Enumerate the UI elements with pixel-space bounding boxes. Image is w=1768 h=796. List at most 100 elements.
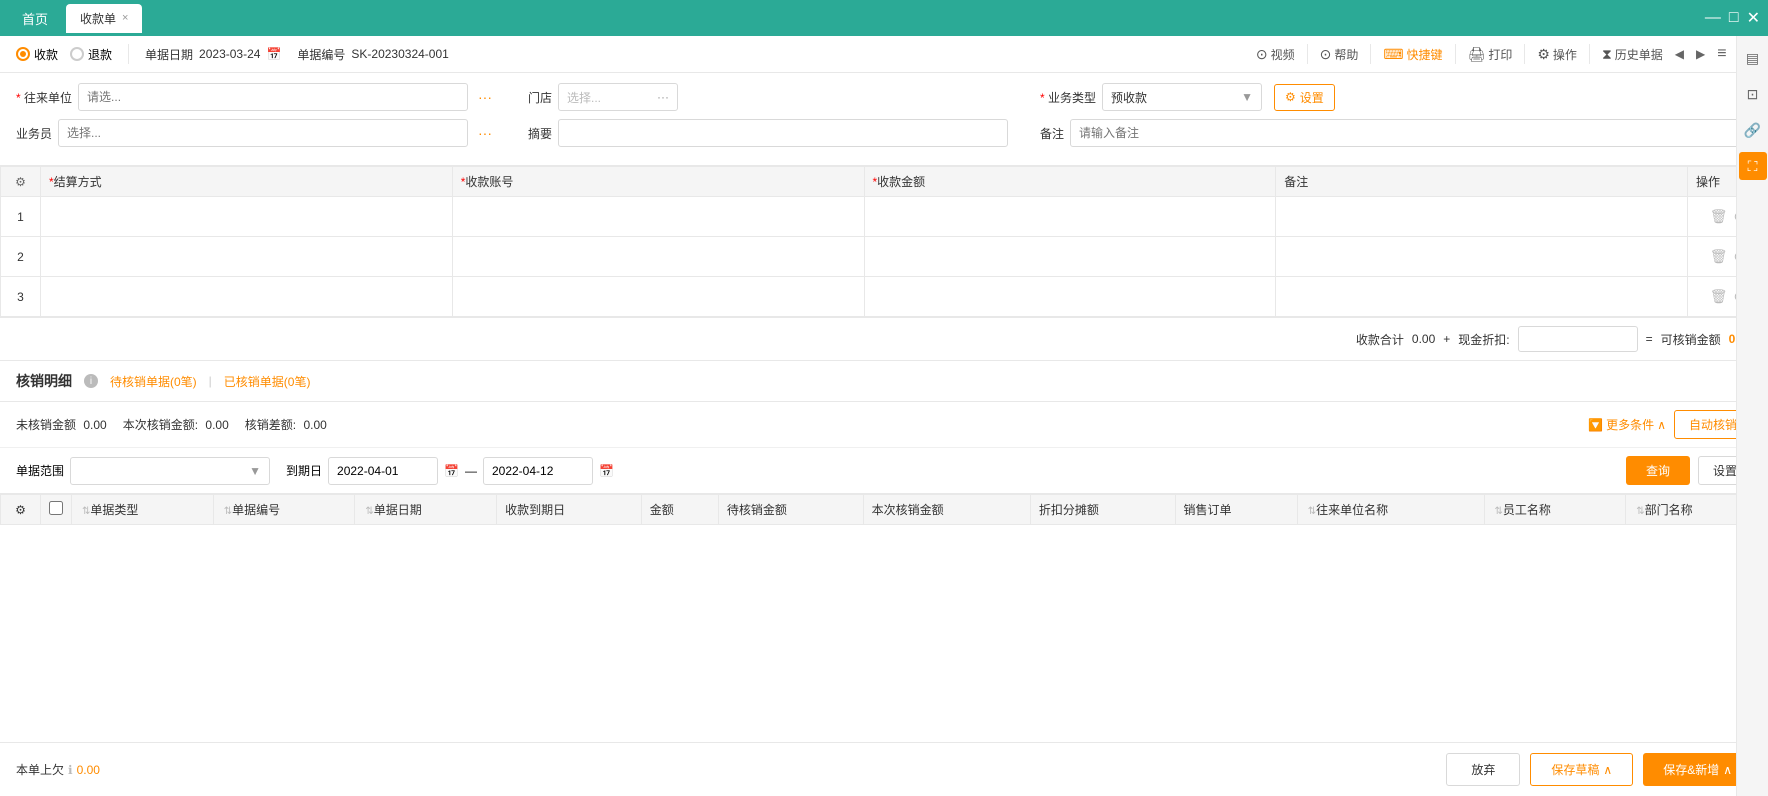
th-account: *收款账号 bbox=[452, 167, 864, 197]
btn-print[interactable]: 🖨 打印 bbox=[1468, 46, 1513, 63]
tab-active[interactable]: 收款单 × bbox=[66, 4, 142, 33]
sidebar-icon-3[interactable]: 🔗 bbox=[1739, 116, 1767, 144]
range-label: 单据范围 bbox=[16, 462, 64, 479]
save-draft-button[interactable]: 保存草稿 ∧ bbox=[1530, 753, 1633, 786]
select-all-checkbox[interactable] bbox=[49, 501, 63, 515]
btn-help[interactable]: ⊙ 帮助 bbox=[1320, 46, 1359, 63]
td-account-3[interactable] bbox=[452, 277, 864, 317]
settle-input-1[interactable] bbox=[41, 197, 452, 236]
th-gear-bottom[interactable]: ⚙ bbox=[1, 495, 41, 525]
radio-tuikuan[interactable]: 退款 bbox=[70, 46, 112, 63]
staff-more-btn[interactable]: ··· bbox=[474, 125, 496, 141]
total-value: 0.00 bbox=[77, 763, 100, 777]
abandon-button[interactable]: 放弃 bbox=[1446, 753, 1520, 786]
save-arrow-icon: ∧ bbox=[1723, 763, 1732, 777]
td-account-2[interactable] bbox=[452, 237, 864, 277]
settle-input-3[interactable] bbox=[41, 277, 452, 316]
shop-select[interactable]: 选择... ··· bbox=[558, 83, 678, 111]
date-value: 2023-03-24 bbox=[199, 47, 260, 61]
hexiao-info-icon[interactable]: i bbox=[84, 374, 98, 388]
td-amount-1[interactable] bbox=[864, 197, 1276, 237]
from-unit-more-btn[interactable]: ··· bbox=[474, 89, 496, 105]
td-remark-3[interactable] bbox=[1276, 277, 1688, 317]
th-due-date: 收款到期日 bbox=[497, 495, 642, 525]
discount-label: 现金折扣: bbox=[1458, 331, 1509, 348]
help-icon: ⊙ bbox=[1320, 46, 1332, 63]
btn-video[interactable]: ⊙ 视频 bbox=[1256, 46, 1295, 63]
hexiao-tab-done[interactable]: 已核销单据(0笔) bbox=[224, 373, 311, 390]
remark-input[interactable] bbox=[1070, 119, 1752, 147]
filter-row: 单据范围 ▼ 到期日 📅 — 📅 查询 设置 bbox=[0, 448, 1768, 494]
bottom-bar: 本单上欠 ℹ 0.00 放弃 保存草稿 ∧ 保存&新增 ∧ bbox=[0, 742, 1768, 796]
account-input-2[interactable] bbox=[453, 237, 864, 276]
td-settle-1[interactable] bbox=[41, 197, 453, 237]
settings-button[interactable]: ⚙ 设置 bbox=[1274, 84, 1335, 111]
maximize-icon[interactable]: □ bbox=[1729, 9, 1739, 27]
calendar-to-icon[interactable]: 📅 bbox=[599, 464, 614, 478]
td-remark-2[interactable] bbox=[1276, 237, 1688, 277]
biz-type-select[interactable]: 预收款 ▼ bbox=[1102, 83, 1262, 111]
btn-shortcut[interactable]: ⌨ 快捷键 bbox=[1383, 46, 1442, 63]
td-settle-2[interactable] bbox=[41, 237, 453, 277]
draft-arrow-icon: ∧ bbox=[1603, 763, 1612, 777]
history-icon: ⧗ bbox=[1602, 46, 1612, 63]
equals-sign: = bbox=[1646, 332, 1653, 346]
delete-icon-1[interactable]: 🗑 bbox=[1710, 208, 1728, 225]
row-num-1: 1 bbox=[1, 197, 41, 237]
settle-input-2[interactable] bbox=[41, 237, 452, 276]
sidebar-icon-4[interactable]: ⛶ bbox=[1739, 152, 1767, 180]
menu-icon[interactable]: ≡ bbox=[1717, 45, 1726, 63]
th-checkbox[interactable] bbox=[41, 495, 72, 525]
bottom-bar-right: 放弃 保存草稿 ∧ 保存&新增 ∧ bbox=[1446, 753, 1752, 786]
shop-label: 门店 bbox=[528, 89, 552, 106]
account-input-3[interactable] bbox=[453, 277, 864, 316]
tab-home[interactable]: 首页 bbox=[8, 3, 62, 34]
remark-input-3[interactable] bbox=[1276, 277, 1687, 316]
hexiao-tab-pending[interactable]: 待核销单据(0笔) bbox=[110, 373, 197, 390]
btn-ops-label: 操作 bbox=[1553, 46, 1577, 63]
shop-arrow-icon: ··· bbox=[657, 90, 669, 104]
range-select[interactable]: ▼ bbox=[70, 457, 270, 485]
td-account-1[interactable] bbox=[452, 197, 864, 237]
query-button[interactable]: 查询 bbox=[1626, 456, 1690, 485]
btn-ops[interactable]: ⚙ 操作 bbox=[1537, 46, 1577, 63]
amount-input-3[interactable] bbox=[865, 277, 1276, 316]
btn-shortcut-label: 快捷键 bbox=[1407, 46, 1443, 63]
btn-history[interactable]: ⧗ 历史单据 bbox=[1602, 46, 1663, 63]
uncleared-value: 0.00 bbox=[83, 418, 106, 432]
summary-input[interactable] bbox=[558, 119, 1008, 147]
sidebar-icon-2[interactable]: ⊡ bbox=[1739, 80, 1767, 108]
more-conditions-btn[interactable]: 🔽 更多条件 ∧ bbox=[1588, 416, 1666, 433]
total-value: 0.00 bbox=[1412, 332, 1435, 346]
amount-input-2[interactable] bbox=[865, 237, 1276, 276]
remark-input-2[interactable] bbox=[1276, 237, 1687, 276]
nav-left-icon[interactable]: ◀ bbox=[1675, 47, 1684, 61]
hexiao-header-row: ⚙ ⇅单据类型 ⇅单据编号 ⇅单据日期 收款到期日 金额 待核销金额 本次核销金… bbox=[1, 495, 1768, 525]
date-from-input[interactable] bbox=[328, 457, 438, 485]
sidebar-icon-1[interactable]: ▤ bbox=[1739, 44, 1767, 72]
calendar-icon[interactable]: 📅 bbox=[266, 47, 281, 61]
td-amount-3[interactable] bbox=[864, 277, 1276, 317]
amount-input-1[interactable] bbox=[865, 197, 1276, 236]
nav-right-icon[interactable]: ▶ bbox=[1696, 47, 1705, 61]
minimize-icon[interactable]: — bbox=[1705, 9, 1721, 27]
calendar-from-icon[interactable]: 📅 bbox=[444, 464, 459, 478]
radio-shoukuan[interactable]: 收款 bbox=[16, 46, 58, 63]
staff-input[interactable] bbox=[58, 119, 468, 147]
account-input-1[interactable] bbox=[453, 197, 864, 236]
table-gear-icon[interactable]: ⚙ bbox=[15, 175, 26, 189]
tab-close-icon[interactable]: × bbox=[122, 12, 128, 24]
close-icon[interactable]: ✕ bbox=[1747, 8, 1760, 28]
discount-input[interactable] bbox=[1518, 326, 1638, 352]
from-unit-input[interactable] bbox=[78, 83, 468, 111]
no-field: 单据编号 SK-20230324-001 bbox=[297, 46, 448, 63]
info-icon[interactable]: ℹ bbox=[68, 763, 73, 777]
table-row: 2 🗑 ⊕ bbox=[1, 237, 1768, 277]
remark-input-1[interactable] bbox=[1276, 197, 1687, 236]
date-to-input[interactable] bbox=[483, 457, 593, 485]
td-amount-2[interactable] bbox=[864, 237, 1276, 277]
td-remark-1[interactable] bbox=[1276, 197, 1688, 237]
td-settle-3[interactable] bbox=[41, 277, 453, 317]
delete-icon-2[interactable]: 🗑 bbox=[1710, 248, 1728, 265]
delete-icon-3[interactable]: 🗑 bbox=[1710, 288, 1728, 305]
